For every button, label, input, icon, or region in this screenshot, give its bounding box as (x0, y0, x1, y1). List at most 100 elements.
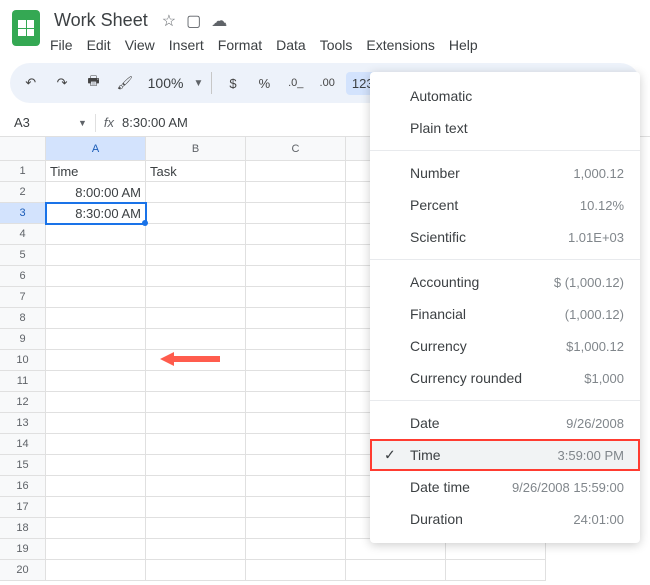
cell[interactable] (46, 392, 146, 413)
cell[interactable] (46, 266, 146, 287)
row-header[interactable]: 20 (0, 560, 46, 581)
format-option-accounting[interactable]: Accounting$ (1,000.12) (370, 266, 640, 298)
cell[interactable] (146, 392, 246, 413)
format-option-date[interactable]: Date9/26/2008 (370, 407, 640, 439)
cell[interactable] (46, 455, 146, 476)
format-option-percent[interactable]: Percent10.12% (370, 189, 640, 221)
cell[interactable] (246, 266, 346, 287)
percent-button[interactable]: % (252, 69, 277, 97)
cell[interactable] (146, 203, 246, 224)
print-button[interactable]: 🖶 (81, 69, 106, 97)
cell[interactable] (146, 560, 246, 581)
document-title[interactable]: Work Sheet (50, 8, 152, 33)
cell[interactable] (46, 287, 146, 308)
row-header[interactable]: 18 (0, 518, 46, 539)
cell[interactable] (146, 539, 246, 560)
cell[interactable] (246, 539, 346, 560)
row-header[interactable]: 6 (0, 266, 46, 287)
row-header[interactable]: 9 (0, 329, 46, 350)
redo-button[interactable]: ↷ (49, 69, 74, 97)
row-header[interactable]: 11 (0, 371, 46, 392)
menu-edit[interactable]: Edit (87, 37, 111, 53)
cell[interactable] (246, 308, 346, 329)
column-header[interactable]: B (146, 137, 246, 161)
cell[interactable] (46, 476, 146, 497)
row-header[interactable]: 13 (0, 413, 46, 434)
menu-insert[interactable]: Insert (169, 37, 204, 53)
cell[interactable] (146, 329, 246, 350)
cell[interactable]: Task (146, 161, 246, 182)
paint-format-button[interactable]: 🖌 (112, 69, 137, 97)
dropdown-icon[interactable]: ▼ (78, 118, 87, 128)
cell[interactable] (246, 329, 346, 350)
star-icon[interactable]: ☆ (162, 11, 176, 31)
cell[interactable] (146, 224, 246, 245)
cell[interactable] (146, 245, 246, 266)
cell[interactable] (146, 497, 246, 518)
cell[interactable] (46, 497, 146, 518)
row-header[interactable]: 5 (0, 245, 46, 266)
column-header[interactable]: A (46, 137, 146, 161)
menu-data[interactable]: Data (276, 37, 306, 53)
increase-decimal-button[interactable]: .00 (314, 69, 339, 97)
cell[interactable]: 8:30:00 AM (46, 203, 146, 224)
formula-input[interactable]: 8:30:00 AM (122, 115, 188, 130)
row-header[interactable]: 4 (0, 224, 46, 245)
cell[interactable] (46, 308, 146, 329)
undo-button[interactable]: ↶ (18, 69, 43, 97)
cell[interactable] (246, 413, 346, 434)
cell[interactable] (146, 266, 246, 287)
cell[interactable] (246, 497, 346, 518)
format-option-currency-rounded[interactable]: Currency rounded$1,000 (370, 362, 640, 394)
row-header[interactable]: 2 (0, 182, 46, 203)
cell[interactable] (146, 308, 246, 329)
menu-extensions[interactable]: Extensions (366, 37, 434, 53)
cell[interactable] (246, 371, 346, 392)
cell[interactable]: Time (46, 161, 146, 182)
cell[interactable] (146, 371, 246, 392)
format-option-time[interactable]: ✓Time3:59:00 PM (370, 439, 640, 471)
cell[interactable] (246, 476, 346, 497)
row-header[interactable]: 17 (0, 497, 46, 518)
cell[interactable] (46, 539, 146, 560)
row-header[interactable]: 7 (0, 287, 46, 308)
row-header[interactable]: 10 (0, 350, 46, 371)
cell[interactable] (146, 287, 246, 308)
row-header[interactable]: 8 (0, 308, 46, 329)
cell[interactable]: 8:00:00 AM (46, 182, 146, 203)
cell[interactable] (46, 329, 146, 350)
dropdown-icon[interactable]: ▼ (193, 78, 203, 89)
format-option-automatic[interactable]: Automatic (370, 80, 640, 112)
menu-help[interactable]: Help (449, 37, 478, 53)
format-option-plain-text[interactable]: Plain text (370, 112, 640, 144)
menu-file[interactable]: File (50, 37, 73, 53)
cell[interactable] (246, 182, 346, 203)
cell[interactable] (246, 350, 346, 371)
cell[interactable] (246, 392, 346, 413)
decrease-decimal-button[interactable]: .0_ (283, 69, 308, 97)
cell[interactable] (246, 455, 346, 476)
row-header[interactable]: 19 (0, 539, 46, 560)
cell[interactable] (146, 413, 246, 434)
cell[interactable] (446, 560, 546, 581)
format-option-date-time[interactable]: Date time9/26/2008 15:59:00 (370, 471, 640, 503)
cell[interactable] (246, 161, 346, 182)
cell[interactable] (146, 182, 246, 203)
currency-button[interactable]: $ (220, 69, 245, 97)
cell[interactable] (46, 434, 146, 455)
format-option-financial[interactable]: Financial(1,000.12) (370, 298, 640, 330)
row-header[interactable]: 16 (0, 476, 46, 497)
cell[interactable] (46, 371, 146, 392)
format-option-duration[interactable]: Duration24:01:00 (370, 503, 640, 535)
format-option-currency[interactable]: Currency$1,000.12 (370, 330, 640, 362)
zoom-select[interactable]: 100% (144, 75, 188, 91)
menu-view[interactable]: View (125, 37, 155, 53)
format-option-number[interactable]: Number1,000.12 (370, 157, 640, 189)
cell[interactable] (46, 245, 146, 266)
cell[interactable] (246, 245, 346, 266)
row-header[interactable]: 14 (0, 434, 46, 455)
cell[interactable] (46, 224, 146, 245)
move-icon[interactable]: ▢ (186, 11, 201, 31)
cell[interactable] (246, 560, 346, 581)
cell[interactable] (146, 434, 246, 455)
